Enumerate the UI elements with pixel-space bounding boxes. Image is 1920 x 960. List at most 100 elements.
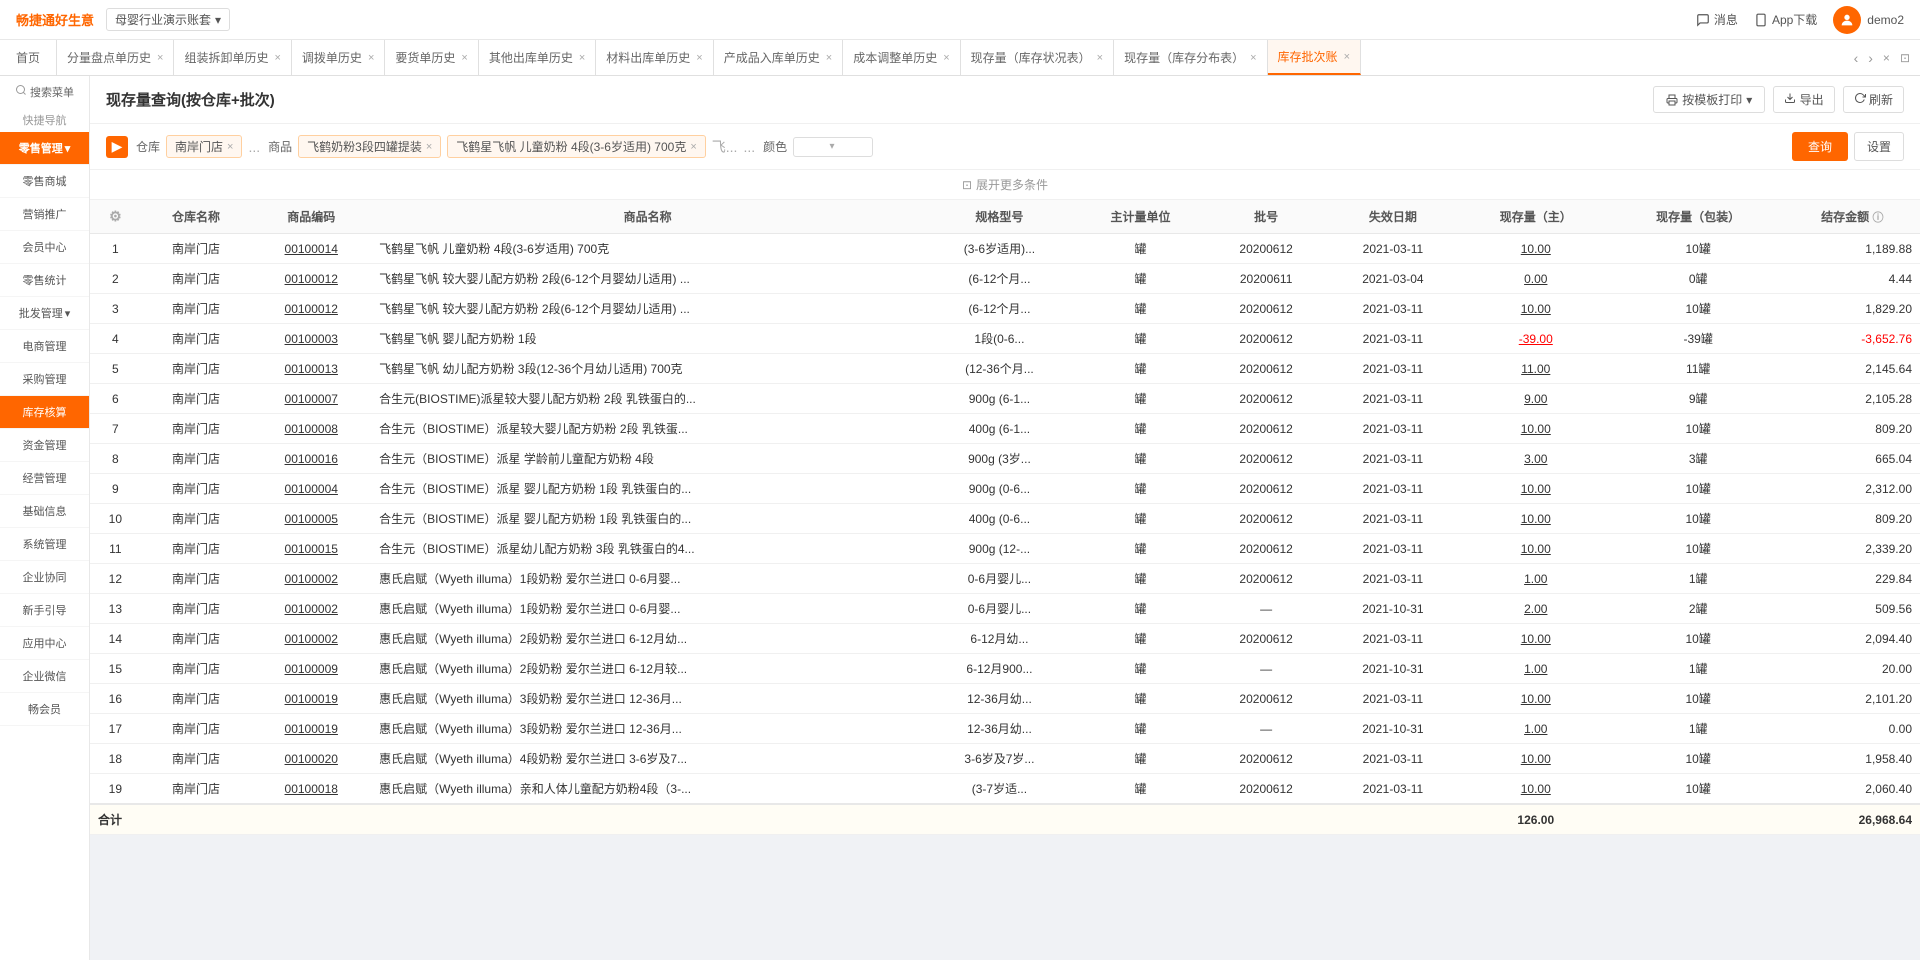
tab-close-icon[interactable]: × — [579, 52, 585, 64]
row-code[interactable]: 00100002 — [251, 624, 371, 654]
tab-close-icon[interactable]: × — [461, 52, 467, 64]
row-code[interactable]: 00100004 — [251, 474, 371, 504]
tab-close-icon[interactable]: × — [274, 52, 280, 64]
settings-button[interactable]: 设置 — [1854, 132, 1904, 161]
row-qty[interactable]: 1.00 — [1460, 654, 1612, 684]
row-code[interactable]: 00100008 — [251, 414, 371, 444]
warehouse-ellipsis[interactable]: ... — [248, 139, 260, 155]
row-qty[interactable]: 10.00 — [1460, 294, 1612, 324]
sidebar-item-member[interactable]: 会员中心 — [0, 231, 89, 264]
warehouse-tag-close[interactable]: × — [227, 141, 233, 153]
product-tag-1-close[interactable]: × — [426, 141, 432, 153]
sidebar-item-zero-stats[interactable]: 零售统计 — [0, 264, 89, 297]
sidebar-search[interactable]: 搜索菜单 — [0, 76, 89, 108]
tab-next-icon[interactable]: › — [1864, 48, 1877, 68]
sidebar-item-inventory[interactable]: 库存核算 — [0, 396, 89, 429]
tab-prev-icon[interactable]: ‹ — [1850, 48, 1863, 68]
row-code[interactable]: 00100018 — [251, 774, 371, 805]
row-code[interactable]: 00100019 — [251, 714, 371, 744]
expand-more-bar[interactable]: ⊡ 展开更多条件 — [90, 170, 1920, 200]
row-qty[interactable]: 10.00 — [1460, 414, 1612, 444]
tab-close-all-icon[interactable]: × — [1879, 49, 1894, 67]
sidebar-item-system[interactable]: 系统管理 — [0, 528, 89, 561]
tab-xian-cun-fen[interactable]: 现存量（库存分布表） × — [1114, 40, 1267, 75]
tab-close-icon[interactable]: × — [1344, 51, 1350, 63]
sidebar-item-batch-mgmt[interactable]: 批发管理 ▾ — [0, 297, 89, 330]
row-code[interactable]: 00100019 — [251, 684, 371, 714]
row-qty[interactable]: 1.00 — [1460, 714, 1612, 744]
row-code[interactable]: 00100015 — [251, 534, 371, 564]
tab-cai-liao[interactable]: 材料出库单历史 × — [596, 40, 713, 75]
tab-close-icon[interactable]: × — [943, 52, 949, 64]
row-code[interactable]: 00100009 — [251, 654, 371, 684]
row-qty[interactable]: 3.00 — [1460, 444, 1612, 474]
filter-expand-btn[interactable]: ▶ — [106, 136, 128, 158]
tab-close-icon[interactable]: × — [157, 52, 163, 64]
tab-fen-pan[interactable]: 分量盘点单历史 × — [57, 40, 174, 75]
tab-close-icon[interactable]: × — [1250, 52, 1256, 64]
sidebar-item-operations[interactable]: 经营管理 — [0, 462, 89, 495]
tab-close-icon[interactable]: × — [368, 52, 374, 64]
user-area[interactable]: demo2 — [1833, 6, 1904, 34]
sidebar-item-zero-mgmt[interactable]: 零售管理 ▾ — [0, 132, 89, 165]
tab-diao-bo[interactable]: 调拨单历史 × — [292, 40, 385, 75]
row-qty[interactable]: 10.00 — [1460, 504, 1612, 534]
product-ellipsis[interactable]: 飞... — [712, 137, 738, 157]
row-qty[interactable]: 0.00 — [1460, 264, 1612, 294]
sidebar-item-marketing[interactable]: 营销推广 — [0, 198, 89, 231]
sidebar-item-finance[interactable]: 资金管理 — [0, 429, 89, 462]
tab-zu-chai[interactable]: 组装拆卸单历史 × — [174, 40, 291, 75]
row-qty[interactable]: 10.00 — [1460, 744, 1612, 774]
row-code[interactable]: 00100020 — [251, 744, 371, 774]
color-dropdown[interactable]: ▾ — [793, 137, 873, 157]
row-qty[interactable]: 10.00 — [1460, 684, 1612, 714]
tab-chan-pin[interactable]: 产成品入库单历史 × — [714, 40, 843, 75]
refresh-button[interactable]: 刷新 — [1843, 86, 1904, 113]
row-code[interactable]: 00100014 — [251, 234, 371, 264]
tab-menu-icon[interactable]: ⊡ — [1896, 49, 1914, 67]
col-settings[interactable]: ⚙ — [90, 200, 141, 234]
export-button[interactable]: 导出 — [1773, 86, 1834, 113]
sidebar-item-enterprise[interactable]: 企业协同 — [0, 561, 89, 594]
tab-home[interactable]: 首页 — [0, 40, 57, 75]
row-qty[interactable]: 9.00 — [1460, 384, 1612, 414]
sidebar-item-enterprise-wechat[interactable]: 企业微信 — [0, 660, 89, 693]
row-code[interactable]: 00100013 — [251, 354, 371, 384]
product-ellipsis-2[interactable]: ... — [743, 139, 755, 155]
tab-yao-huo[interactable]: 要货单历史 × — [385, 40, 478, 75]
print-button[interactable]: 按模板打印 ▾ — [1653, 86, 1765, 113]
tab-cheng-ben[interactable]: 成本调整单历史 × — [843, 40, 960, 75]
row-code[interactable]: 00100002 — [251, 564, 371, 594]
row-code[interactable]: 00100012 — [251, 264, 371, 294]
row-code[interactable]: 00100003 — [251, 324, 371, 354]
row-qty[interactable]: 11.00 — [1460, 354, 1612, 384]
sidebar-item-purchase[interactable]: 采购管理 — [0, 363, 89, 396]
row-qty[interactable]: 10.00 — [1460, 234, 1612, 264]
product-tag-2-close[interactable]: × — [690, 141, 696, 153]
app-download-btn[interactable]: App下载 — [1754, 11, 1817, 28]
sidebar-item-new-guide[interactable]: 新手引导 — [0, 594, 89, 627]
sidebar-item-basic[interactable]: 基础信息 — [0, 495, 89, 528]
tab-close-icon[interactable]: × — [826, 52, 832, 64]
row-code[interactable]: 00100007 — [251, 384, 371, 414]
tab-close-icon[interactable]: × — [696, 52, 702, 64]
row-qty[interactable]: 1.00 — [1460, 564, 1612, 594]
tab-ku-cun[interactable]: 库存批次账 × — [1268, 40, 1361, 75]
sidebar-item-zero-shop[interactable]: 零售商城 — [0, 165, 89, 198]
row-qty[interactable]: 10.00 — [1460, 474, 1612, 504]
tab-qi-ta[interactable]: 其他出库单历史 × — [479, 40, 596, 75]
sidebar-item-app-center[interactable]: 应用中心 — [0, 627, 89, 660]
message-btn[interactable]: 消息 — [1696, 11, 1738, 28]
row-qty[interactable]: 10.00 — [1460, 774, 1612, 805]
row-qty[interactable]: 10.00 — [1460, 624, 1612, 654]
row-qty[interactable]: 10.00 — [1460, 534, 1612, 564]
tab-xian-cun-zhuang[interactable]: 现存量（库存状况表） × — [961, 40, 1114, 75]
row-qty[interactable]: -39.00 — [1460, 324, 1612, 354]
row-code[interactable]: 00100002 — [251, 594, 371, 624]
query-button[interactable]: 查询 — [1792, 132, 1848, 161]
sidebar-item-points[interactable]: 畅会员 — [0, 693, 89, 726]
org-selector[interactable]: 母婴行业演示账套 ▾ — [106, 8, 230, 31]
row-code[interactable]: 00100012 — [251, 294, 371, 324]
tab-close-icon[interactable]: × — [1097, 52, 1103, 64]
row-code[interactable]: 00100005 — [251, 504, 371, 534]
